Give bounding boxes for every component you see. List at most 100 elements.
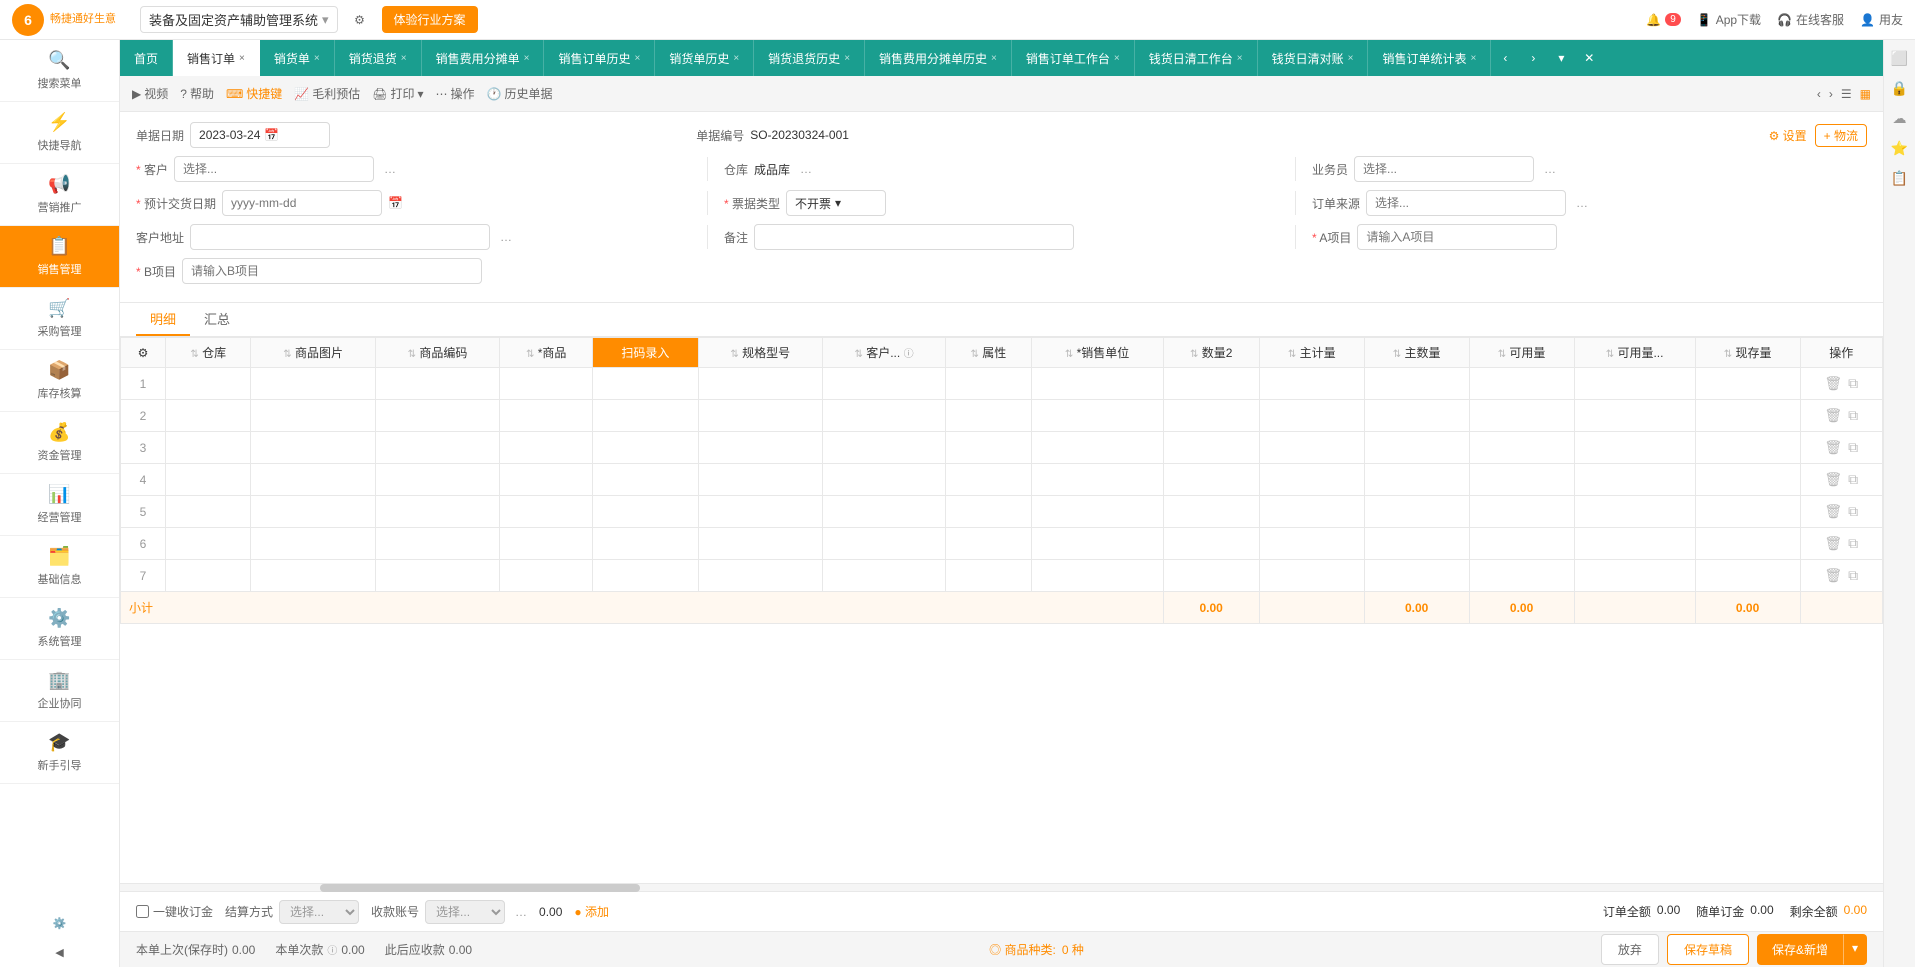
profit-btn[interactable]: 📈 毛利预估 xyxy=(294,85,360,102)
col-sales-unit[interactable]: ⇅ *销售单位 xyxy=(1031,338,1163,368)
print-btn[interactable]: 🖨 打印 ▾ xyxy=(372,85,423,102)
address-dots[interactable]: … xyxy=(500,230,512,244)
col-qty2[interactable]: ⇅ 数量2 xyxy=(1163,338,1259,368)
col-product[interactable]: ⇅ *商品 xyxy=(500,338,593,368)
tab-sales-fee-history[interactable]: 销售费用分摊单历史 × xyxy=(865,40,1012,76)
source-dots[interactable]: … xyxy=(1576,196,1588,210)
list-view-btn[interactable]: ☰ xyxy=(1841,87,1852,101)
tab-cash-daily1[interactable]: 钱货日清工作台 × xyxy=(1135,40,1258,76)
next-record-btn[interactable]: › xyxy=(1829,87,1833,101)
system-name[interactable]: 装备及固定资产辅助管理系统 ▾ xyxy=(140,6,338,33)
address-input[interactable] xyxy=(190,224,490,250)
one-click-checkbox[interactable]: 一键收订金 xyxy=(136,903,213,920)
col-settings[interactable]: ⚙ xyxy=(121,338,166,368)
col-code[interactable]: ⇅ 商品编码 xyxy=(375,338,499,368)
tab-list-btn[interactable]: ▾ xyxy=(1547,40,1575,76)
project-a-input[interactable] xyxy=(1357,224,1557,250)
copy-icon[interactable]: ⧉ xyxy=(1848,535,1858,552)
sidebar-item-marketing[interactable]: 📢 营销推广 xyxy=(0,164,119,226)
tab-sales-refund-history[interactable]: 销货退货历史 × xyxy=(754,40,865,76)
discard-button[interactable]: 放弃 xyxy=(1601,934,1659,965)
app-download-link[interactable]: 📱 App下载 xyxy=(1697,11,1761,28)
tab-sales-workbench[interactable]: 销售订单工作台 × xyxy=(1012,40,1135,76)
right-panel-item-4[interactable]: ⭐ xyxy=(1886,134,1914,162)
sidebar-settings-btn[interactable]: ⚙️ xyxy=(0,909,119,938)
copy-icon[interactable]: ⧉ xyxy=(1848,375,1858,392)
order-source-input[interactable] xyxy=(1366,190,1566,216)
account-select[interactable]: 选择... xyxy=(425,900,505,924)
prev-record-btn[interactable]: ‹ xyxy=(1817,87,1821,101)
right-panel-item-2[interactable]: 🔒 xyxy=(1886,74,1914,102)
account-dots[interactable]: … xyxy=(515,905,527,919)
customer-input[interactable] xyxy=(174,156,374,182)
save-new-button[interactable]: 保存&新增 ▾ xyxy=(1757,934,1867,965)
right-panel-item-3[interactable]: ☁ xyxy=(1886,104,1914,132)
col-current-stock[interactable]: ⇅ 现存量 xyxy=(1695,338,1800,368)
save-new-dropdown-icon[interactable]: ▾ xyxy=(1843,934,1867,965)
tab-sales-refund[interactable]: 销货退货 × xyxy=(335,40,422,76)
project-b-input[interactable] xyxy=(182,258,482,284)
warehouse-dots[interactable]: … xyxy=(800,162,812,176)
delete-icon[interactable]: 🗑 xyxy=(1824,407,1842,424)
date-input[interactable]: 2023-03-24 📅 xyxy=(190,122,330,148)
tab-home[interactable]: 首页 xyxy=(120,40,173,76)
tab-sales-stat[interactable]: 销售订单统计表 × xyxy=(1368,40,1491,76)
tab-prev-btn[interactable]: ‹ xyxy=(1491,40,1519,76)
tab-summary[interactable]: 汇总 xyxy=(190,303,244,336)
sidebar-collapse-btn[interactable]: ◀ xyxy=(0,938,119,967)
user-menu[interactable]: 👤 用友 xyxy=(1860,11,1903,28)
delete-icon[interactable]: 🗑 xyxy=(1824,471,1842,488)
sidebar-item-quicknav[interactable]: ⚡ 快捷导航 xyxy=(0,102,119,164)
view-btn[interactable]: ▶ 视频 xyxy=(132,85,168,102)
table-view-btn[interactable]: ▦ xyxy=(1860,87,1871,101)
close-tab-icon[interactable]: × xyxy=(1237,53,1243,64)
copy-icon[interactable]: ⧉ xyxy=(1848,471,1858,488)
staff-dots[interactable]: … xyxy=(1544,162,1556,176)
tab-cash-daily2[interactable]: 钱货日清对账 × xyxy=(1258,40,1369,76)
payment-method-select[interactable]: 选择... xyxy=(279,900,359,924)
col-warehouse[interactable]: ⇅ 仓库 xyxy=(165,338,250,368)
delete-icon[interactable]: 🗑 xyxy=(1824,375,1842,392)
sidebar-item-enterprise[interactable]: 🏢 企业协同 xyxy=(0,660,119,722)
close-tab-icon[interactable]: × xyxy=(524,53,530,64)
col-main-unit[interactable]: ⇅ 主计量 xyxy=(1259,338,1364,368)
scrollbar-thumb[interactable] xyxy=(320,884,640,892)
close-tab-icon[interactable]: × xyxy=(1114,53,1120,64)
delete-icon[interactable]: 🗑 xyxy=(1824,567,1842,584)
col-image[interactable]: ⇅ 商品图片 xyxy=(251,338,375,368)
tab-sales-order[interactable]: 销售订单 × xyxy=(173,40,260,76)
sidebar-item-operations[interactable]: 📊 经营管理 xyxy=(0,474,119,536)
col-main-qty[interactable]: ⇅ 主数量 xyxy=(1364,338,1469,368)
delete-icon[interactable]: 🗑 xyxy=(1824,503,1842,520)
copy-icon[interactable]: ⧉ xyxy=(1848,439,1858,456)
solution-button[interactable]: 体验行业方案 xyxy=(382,6,478,33)
close-tab-icon[interactable]: × xyxy=(634,53,640,64)
sidebar-item-system[interactable]: ⚙️ 系统管理 xyxy=(0,598,119,660)
operations-btn[interactable]: ⋯ 操作 xyxy=(436,85,475,102)
col-scan[interactable]: 扫码录入 xyxy=(593,338,698,368)
sidebar-item-search[interactable]: 🔍 搜索菜单 xyxy=(0,40,119,102)
logistics-btn[interactable]: + 物流 xyxy=(1815,124,1867,147)
horizontal-scrollbar[interactable] xyxy=(120,883,1883,891)
copy-icon[interactable]: ⧉ xyxy=(1848,407,1858,424)
right-panel-item-5[interactable]: 📋 xyxy=(1886,164,1914,192)
sidebar-item-finance[interactable]: 💰 资金管理 xyxy=(0,412,119,474)
copy-icon[interactable]: ⧉ xyxy=(1848,503,1858,520)
close-tab-icon[interactable]: × xyxy=(401,53,407,64)
add-button[interactable]: ● 添加 xyxy=(574,903,609,920)
delete-icon[interactable]: 🗑 xyxy=(1824,535,1842,552)
col-attributes[interactable]: ⇅ 属性 xyxy=(946,338,1031,368)
col-available2[interactable]: ⇅ 可用量... xyxy=(1574,338,1695,368)
close-tab-icon[interactable]: × xyxy=(991,53,997,64)
delivery-date-input[interactable] xyxy=(222,190,382,216)
invoice-select[interactable]: 不开票 ▾ xyxy=(786,190,886,216)
close-tab-icon[interactable]: × xyxy=(239,53,245,64)
help-btn[interactable]: ? 帮助 xyxy=(180,85,214,102)
online-service-link[interactable]: 🎧 在线客服 xyxy=(1777,11,1844,28)
shortcut-btn[interactable]: ⌨ 快捷键 xyxy=(226,85,282,102)
sidebar-item-inventory[interactable]: 📦 库存核算 xyxy=(0,350,119,412)
notes-input[interactable] xyxy=(754,224,1074,250)
notification-bell[interactable]: 🔔 9 xyxy=(1646,13,1681,27)
one-click-input[interactable] xyxy=(136,905,149,918)
sidebar-item-guide[interactable]: 🎓 新手引导 xyxy=(0,722,119,784)
